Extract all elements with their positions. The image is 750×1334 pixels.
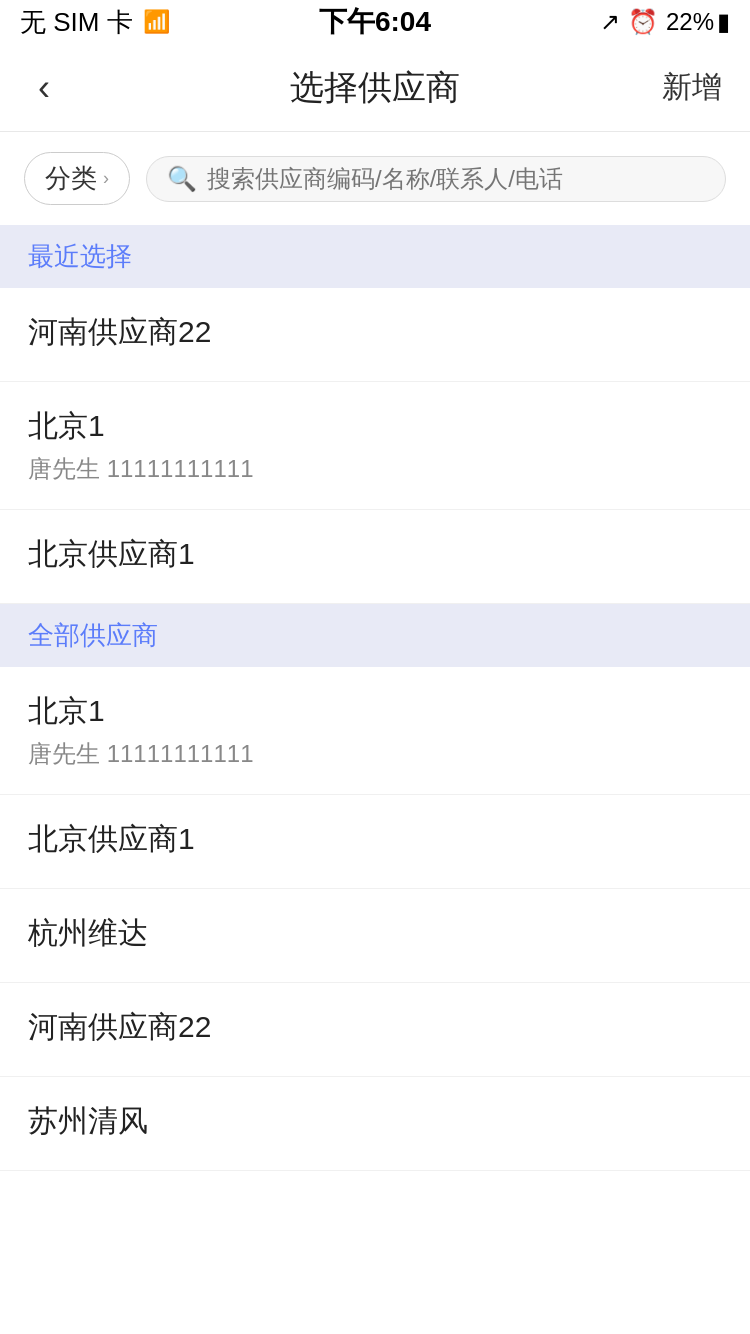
recent-section-label: 最近选择: [28, 241, 132, 271]
search-icon: 🔍: [167, 165, 197, 193]
item-name: 北京供应商1: [28, 819, 722, 860]
search-input[interactable]: [207, 165, 705, 193]
recent-list-item[interactable]: 北京1 唐先生 11111111111: [0, 382, 750, 510]
all-list-item[interactable]: 苏州清风: [0, 1077, 750, 1171]
all-list-item[interactable]: 杭州维达: [0, 889, 750, 983]
search-box[interactable]: 🔍: [146, 156, 726, 202]
status-bar: 无 SIM 卡 📶 下午6:04 ↗ ⏰ 22% ▮: [0, 0, 750, 44]
item-name: 河南供应商22: [28, 312, 722, 353]
add-button[interactable]: 新增: [662, 67, 722, 108]
category-filter[interactable]: 分类 ›: [24, 152, 130, 205]
recent-items-list: 河南供应商22 北京1 唐先生 11111111111 北京供应商1: [0, 288, 750, 604]
sim-text: 无 SIM 卡: [20, 5, 133, 40]
back-button[interactable]: ‹: [28, 57, 60, 119]
all-section-header: 全部供应商: [0, 604, 750, 667]
item-sub: 唐先生 11111111111: [28, 738, 722, 770]
item-name: 北京1: [28, 691, 722, 732]
all-list-item[interactable]: 河南供应商22: [0, 983, 750, 1077]
chevron-right-icon: ›: [103, 168, 109, 189]
status-right: ↗ ⏰ 22% ▮: [600, 8, 730, 36]
location-icon: ↗: [600, 8, 620, 36]
battery-percent: 22%: [666, 8, 714, 36]
all-list-item[interactable]: 北京供应商1: [0, 795, 750, 889]
filter-bar: 分类 › 🔍: [0, 132, 750, 225]
alarm-icon: ⏰: [628, 8, 658, 36]
item-name: 北京供应商1: [28, 534, 722, 575]
all-list-item[interactable]: 北京1 唐先生 11111111111: [0, 667, 750, 795]
recent-list-item[interactable]: 河南供应商22: [0, 288, 750, 382]
nav-bar: ‹ 选择供应商 新增: [0, 44, 750, 132]
category-label: 分类: [45, 161, 97, 196]
item-name: 杭州维达: [28, 913, 722, 954]
page-title: 选择供应商: [290, 65, 460, 111]
item-name: 河南供应商22: [28, 1007, 722, 1048]
all-section-label: 全部供应商: [28, 620, 158, 650]
wifi-icon: 📶: [143, 9, 170, 35]
battery-display: 22% ▮: [666, 8, 730, 36]
status-left: 无 SIM 卡 📶: [20, 5, 170, 40]
recent-list-item[interactable]: 北京供应商1: [0, 510, 750, 604]
item-name: 北京1: [28, 406, 722, 447]
all-items-list: 北京1 唐先生 11111111111 北京供应商1 杭州维达河南供应商22 苏州清风: [0, 667, 750, 1171]
status-time: 下午6:04: [319, 3, 431, 41]
item-sub: 唐先生 11111111111: [28, 453, 722, 485]
battery-icon: ▮: [717, 8, 730, 36]
recent-section-header: 最近选择: [0, 225, 750, 288]
item-name: 苏州清风: [28, 1101, 722, 1142]
